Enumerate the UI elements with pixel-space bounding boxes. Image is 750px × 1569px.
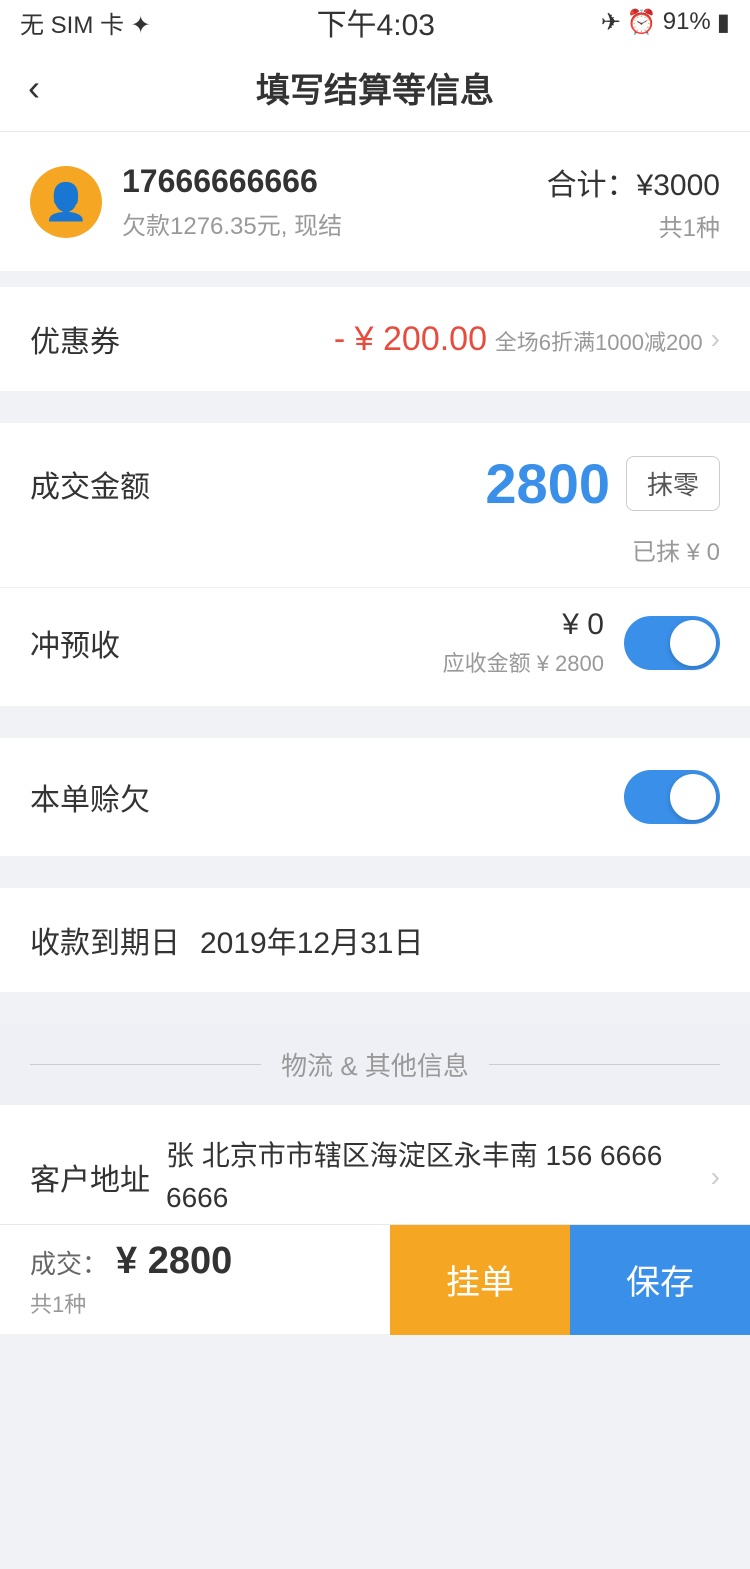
customer-card: 👤 17666666666 欠款1276.35元, 现结 合计：¥3000 共1… <box>0 132 750 271</box>
avatar-icon: 👤 <box>44 181 89 223</box>
prepay-right: ¥ 0 应收金额 ¥ 2800 <box>443 608 720 678</box>
due-date-section: 收款到期日 2019年12月31日 <box>0 888 750 992</box>
logistics-line-right <box>489 1064 720 1065</box>
logistics-divider: 物流 & 其他信息 <box>0 1024 750 1105</box>
customer-info: 17666666666 欠款1276.35元, 现结 <box>122 163 342 241</box>
deal-row: 成交金额 2800 抹零 <box>0 423 750 532</box>
coupon-chevron-icon: › <box>711 323 720 355</box>
coupon-info: - ¥ 200.00 全场6折满1000减200 <box>334 320 703 359</box>
customer-left: 👤 17666666666 欠款1276.35元, 现结 <box>30 163 342 241</box>
logistics-line-left <box>30 1064 261 1065</box>
status-time: 下午4:03 <box>317 0 435 44</box>
customer-total: 合计：¥3000 <box>547 160 720 204</box>
bottom-deal-label: 成交： <box>30 1244 108 1281</box>
sim-status: 无 SIM 卡 ✦ <box>20 5 151 40</box>
logistics-text: 物流 & 其他信息 <box>281 1046 469 1083</box>
hang-button[interactable]: 挂单 <box>390 1225 570 1335</box>
bottom-bar: 成交： ¥ 2800 共1种 挂单 保存 <box>0 1224 750 1334</box>
location-icon: ✈ <box>601 8 621 37</box>
address-chevron-icon: › <box>711 1161 720 1193</box>
deal-label: 成交金额 <box>30 462 150 506</box>
bottom-deal-amount: ¥ 2800 <box>116 1240 232 1283</box>
deal-section: 成交金额 2800 抹零 已抹 ¥ 0 冲预收 ¥ 0 应收金额 ¥ 2800 <box>0 423 750 706</box>
round-button[interactable]: 抹零 <box>626 456 720 511</box>
bottom-deal-row: 成交： ¥ 2800 <box>30 1240 360 1283</box>
prepay-toggle[interactable] <box>624 616 720 670</box>
prepay-amount: ¥ 0 <box>443 608 604 642</box>
credit-row: 本单赊欠 <box>0 738 750 856</box>
spacer-3 <box>0 872 750 888</box>
alarm-icon: ⏰ <box>627 8 657 37</box>
prepay-desc: 应收金额 ¥ 2800 <box>443 646 604 678</box>
coupon-row[interactable]: 优惠券 - ¥ 200.00 全场6折满1000减200 › <box>0 287 750 391</box>
status-right: ✈ ⏰ 91% ▮ <box>601 8 730 37</box>
customer-right: 合计：¥3000 共1种 <box>547 160 720 243</box>
prepay-label: 冲预收 <box>30 621 120 665</box>
customer-count: 共1种 <box>547 208 720 243</box>
page-title: 填写结算等信息 <box>256 63 494 112</box>
credit-toggle[interactable] <box>624 770 720 824</box>
due-date-row: 收款到期日 2019年12月31日 <box>0 888 750 992</box>
save-button[interactable]: 保存 <box>570 1225 750 1335</box>
deal-sub-text: 已抹 ¥ 0 <box>0 532 750 587</box>
deal-amount: 2800 <box>485 451 610 516</box>
spacer-4 <box>0 1008 750 1024</box>
coupon-section: 优惠券 - ¥ 200.00 全场6折满1000减200 › <box>0 287 750 391</box>
back-button[interactable]: ‹ <box>28 67 40 109</box>
prepay-info: ¥ 0 应收金额 ¥ 2800 <box>443 608 604 678</box>
address-label: 客户地址 <box>30 1155 150 1199</box>
credit-section: 本单赊欠 <box>0 738 750 856</box>
bottom-count: 共1种 <box>30 1287 360 1319</box>
prepay-row: 冲预收 ¥ 0 应收金额 ¥ 2800 <box>0 587 750 706</box>
address-content: 张 北京市市辖区海淀区永丰南 156 6666 6666 <box>166 1135 687 1219</box>
credit-label: 本单赊欠 <box>30 775 150 819</box>
customer-debt: 欠款1276.35元, 现结 <box>122 206 342 241</box>
customer-phone: 17666666666 <box>122 163 342 200</box>
coupon-desc: 全场6折满1000减200 <box>495 330 703 355</box>
nav-bar: ‹ 填写结算等信息 <box>0 44 750 132</box>
coupon-amount: - ¥ 200.00 <box>334 320 487 358</box>
content-area: 👤 17666666666 欠款1276.35元, 现结 合计：¥3000 共1… <box>0 132 750 1569</box>
coupon-label: 优惠券 <box>30 317 120 361</box>
deal-right: 2800 抹零 <box>485 451 720 516</box>
due-date-value: 2019年12月31日 <box>200 918 423 962</box>
battery-icon: ▮ <box>717 8 730 37</box>
status-left: 无 SIM 卡 ✦ <box>20 5 151 40</box>
avatar: 👤 <box>30 166 102 238</box>
bottom-summary: 成交： ¥ 2800 共1种 <box>0 1240 390 1319</box>
battery-level: 91% <box>663 8 711 36</box>
status-bar: 无 SIM 卡 ✦ 下午4:03 ✈ ⏰ 91% ▮ <box>0 0 750 44</box>
due-date-label: 收款到期日 <box>30 918 180 962</box>
spacer-1 <box>0 407 750 423</box>
spacer-2 <box>0 722 750 738</box>
